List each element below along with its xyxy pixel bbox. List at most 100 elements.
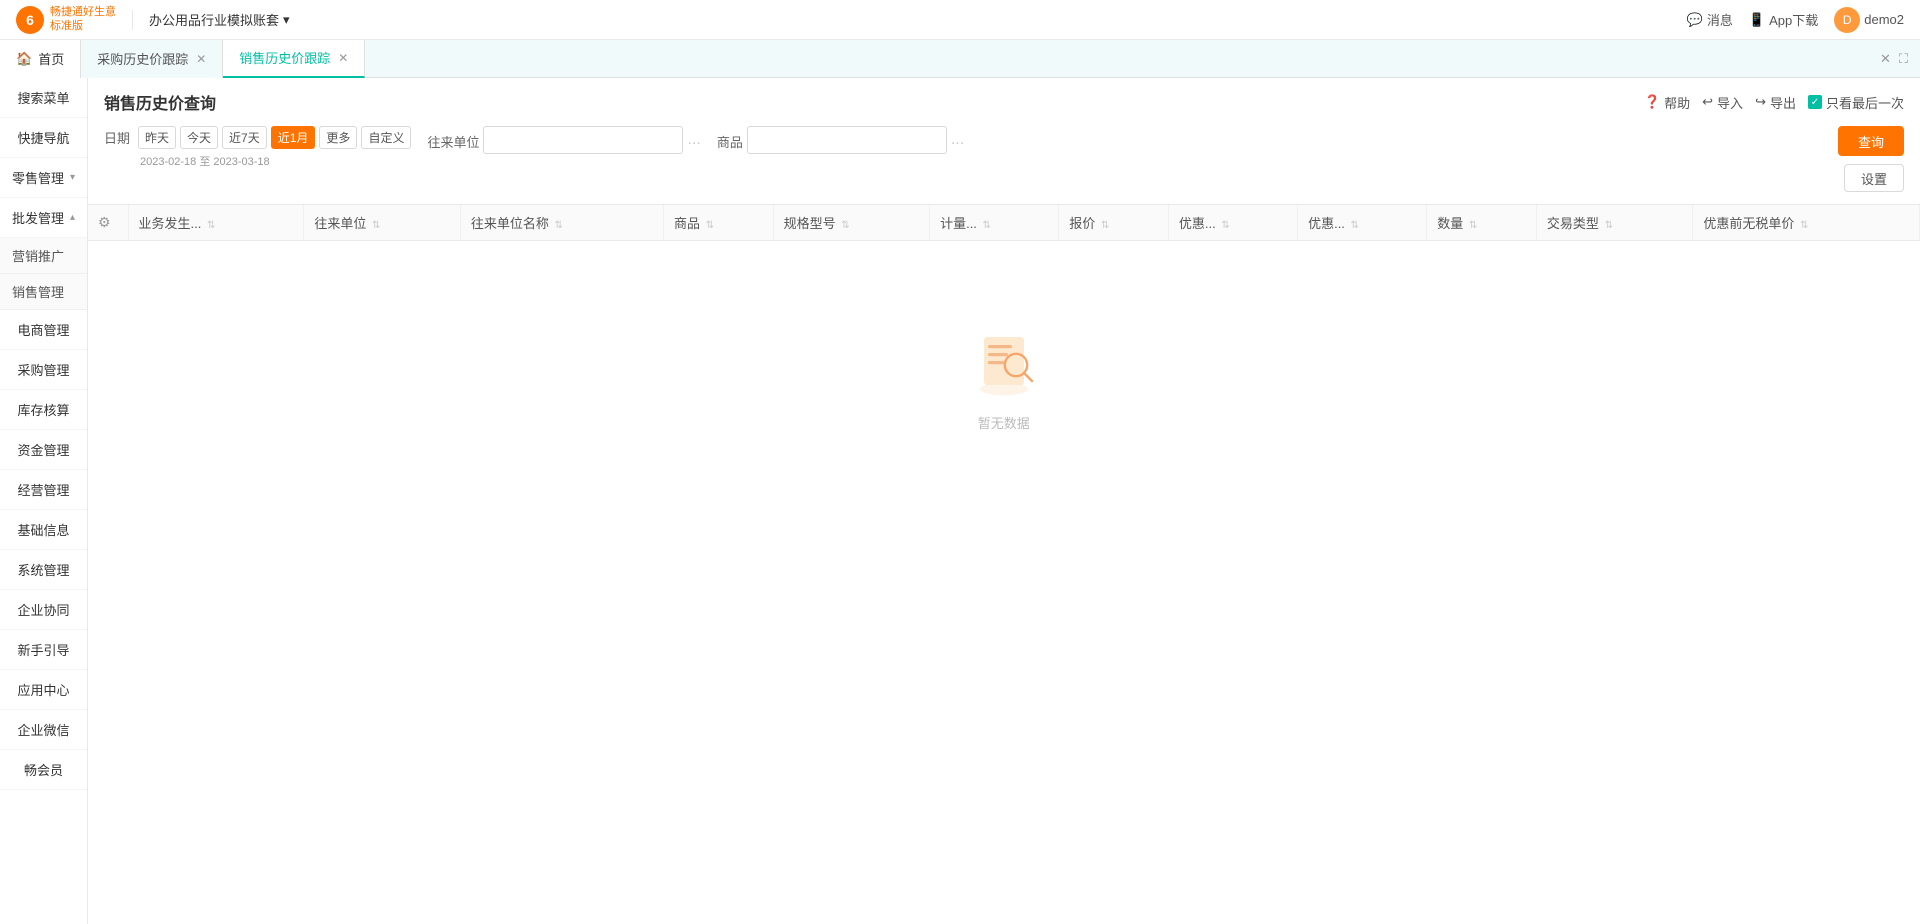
sidebar-item-sales-mgmt[interactable]: 销售管理 [0,274,87,310]
goods-label: 商品 [717,130,743,151]
filter-actions: 查询 设置 [1838,126,1904,192]
th-discount2[interactable]: 优惠... ⇅ [1298,205,1427,241]
th-biz-date[interactable]: 业务发生... ⇅ [128,205,304,241]
th-discount1[interactable]: 优惠... ⇅ [1168,205,1297,241]
date-btn-today[interactable]: 今天 [180,126,218,149]
header-right: 💬 消息 📱 App下载 D demo2 [1687,7,1904,33]
sidebar-item-appstore[interactable]: 应用中心 [0,670,87,710]
page-header: 销售历史价查询 ❓ 帮助 ↩ 导入 ↪ 导出 ✓ [88,78,1920,205]
logo-area: 6 畅捷通好生意 标准版 [16,6,116,34]
close-window-icon[interactable]: ✕ [1880,51,1891,67]
message-button[interactable]: 💬 消息 [1687,10,1733,29]
empty-state-icon [964,321,1044,401]
th-partner-name[interactable]: 往来单位名称 ⇅ [460,205,663,241]
partner-dots-button[interactable]: ... [687,131,700,149]
export-button[interactable]: ↪ 导出 [1755,93,1796,112]
th-settings: ⚙ [88,205,128,241]
import-icon: ↩ [1702,94,1713,110]
user-menu[interactable]: D demo2 [1834,7,1904,33]
sidebar-item-operations[interactable]: 经营管理 [0,470,87,510]
checkbox-icon: ✓ [1808,95,1822,109]
date-options: 昨天 今天 近7天 近1月 更多 自定义 2023-02-18 至 2023-0… [138,126,411,169]
window-controls: ✕ ⛶ [1868,51,1920,67]
main-layout: 搜索菜单 快捷导航 零售管理 ▾ 批发管理 ▴ 营销推广 销售管理 电商管理 采… [0,78,1920,924]
content-area: 销售历史价查询 ❓ 帮助 ↩ 导入 ↪ 导出 ✓ [88,78,1920,924]
sidebar-item-purchase[interactable]: 采购管理 [0,350,87,390]
sort-icon: ⇅ [1101,220,1109,231]
sidebar-item-newbie[interactable]: 新手引导 [0,630,87,670]
workspace-selector[interactable]: 办公用品行业模拟账套 ▾ [149,10,290,29]
sidebar-item-marketing[interactable]: 营销推广 [0,238,87,274]
message-icon: 💬 [1687,12,1703,28]
data-table: ⚙ 业务发生... ⇅ 往来单位 ⇅ 往来单位名称 ⇅ [88,205,1920,512]
sort-icon: ⇅ [841,220,849,231]
top-header: 6 畅捷通好生意 标准版 办公用品行业模拟账套 ▾ 💬 消息 📱 App下载 D… [0,0,1920,40]
th-trade-type[interactable]: 交易类型 ⇅ [1536,205,1692,241]
th-spec[interactable]: 规格型号 ⇅ [773,205,929,241]
th-pretax-price[interactable]: 优惠前无税单价 ⇅ [1693,205,1920,241]
tab-close-purchase[interactable]: ✕ [196,52,206,66]
partner-input[interactable] [483,126,683,154]
tab-close-sales[interactable]: ✕ [338,51,348,65]
date-btn-7days[interactable]: 近7天 [222,126,267,149]
sidebar: 搜索菜单 快捷导航 零售管理 ▾ 批发管理 ▴ 营销推广 销售管理 电商管理 采… [0,78,88,924]
table-container: ⚙ 业务发生... ⇅ 往来单位 ⇅ 往来单位名称 ⇅ [88,205,1920,924]
date-btn-custom[interactable]: 自定义 [361,126,411,149]
goods-input[interactable] [747,126,947,154]
tab-bar: 🏠 首页 采购历史价跟踪 ✕ 销售历史价跟踪 ✕ ✕ ⛶ [0,40,1920,78]
maximize-icon[interactable]: ⛶ [1899,51,1908,67]
help-button[interactable]: ❓ 帮助 [1644,93,1690,112]
sidebar-item-finance[interactable]: 资金管理 [0,430,87,470]
partner-label: 往来单位 [427,130,479,151]
sidebar-item-basics[interactable]: 基础信息 [0,510,87,550]
sidebar-item-retail[interactable]: 零售管理 ▾ [0,158,87,198]
goods-dots-button[interactable]: ... [951,131,964,149]
tab-sales-history[interactable]: 销售历史价跟踪 ✕ [223,40,365,78]
empty-cell: 暂无数据 [88,241,1920,513]
avatar: D [1834,7,1860,33]
empty-text: 暂无数据 [978,413,1030,432]
table-settings-icon[interactable]: ⚙ [98,214,111,230]
table-body: 暂无数据 [88,241,1920,513]
header-divider [132,10,133,30]
th-quantity[interactable]: 数量 ⇅ [1427,205,1537,241]
sidebar-item-enterprise[interactable]: 企业协同 [0,590,87,630]
th-unit[interactable]: 计量... ⇅ [930,205,1059,241]
sort-icon: ⇅ [1800,220,1808,231]
th-price[interactable]: 报价 ⇅ [1059,205,1169,241]
sidebar-item-membership[interactable]: 畅会员 [0,750,87,790]
sort-icon: ⇅ [1351,220,1359,231]
chevron-down-icon: ▾ [283,12,290,28]
app-download-button[interactable]: 📱 App下载 [1749,10,1818,29]
sidebar-item-inventory[interactable]: 库存核算 [0,390,87,430]
logo-icon: 6 [16,6,44,34]
sidebar-item-system[interactable]: 系统管理 [0,550,87,590]
sidebar-item-search[interactable]: 搜索菜单 [0,78,87,118]
date-btn-more[interactable]: 更多 [319,126,357,149]
sidebar-item-quicknav[interactable]: 快捷导航 [0,118,87,158]
sort-icon: ⇅ [554,220,562,231]
date-label: 日期 [104,126,130,147]
chevron-up-icon: ▴ [70,212,75,223]
help-icon: ❓ [1644,94,1660,110]
sidebar-item-ecommerce[interactable]: 电商管理 [0,310,87,350]
th-goods[interactable]: 商品 ⇅ [663,205,773,241]
sidebar-item-wholesale[interactable]: 批发管理 ▴ [0,198,87,238]
date-btn-1month[interactable]: 近1月 [271,126,316,149]
page-title-row: 销售历史价查询 ❓ 帮助 ↩ 导入 ↪ 导出 ✓ [104,90,1904,114]
download-icon: 📱 [1749,12,1765,28]
sort-icon: ⇅ [372,220,380,231]
header-left: 6 畅捷通好生意 标准版 办公用品行业模拟账套 ▾ [16,6,290,34]
page-title: 销售历史价查询 [104,90,216,114]
query-button[interactable]: 查询 [1838,126,1904,156]
import-button[interactable]: ↩ 导入 [1702,93,1743,112]
th-partner-code[interactable]: 往来单位 ⇅ [304,205,460,241]
settings-button[interactable]: 设置 [1844,164,1904,192]
table-header-row: ⚙ 业务发生... ⇅ 往来单位 ⇅ 往来单位名称 ⇅ [88,205,1920,241]
tab-purchase-history[interactable]: 采购历史价跟踪 ✕ [81,40,223,78]
only-last-toggle[interactable]: ✓ 只看最后一次 [1808,93,1904,112]
sort-icon: ⇅ [1605,220,1613,231]
tab-home[interactable]: 🏠 首页 [0,40,81,78]
date-btn-yesterday[interactable]: 昨天 [138,126,176,149]
sidebar-item-wechat[interactable]: 企业微信 [0,710,87,750]
